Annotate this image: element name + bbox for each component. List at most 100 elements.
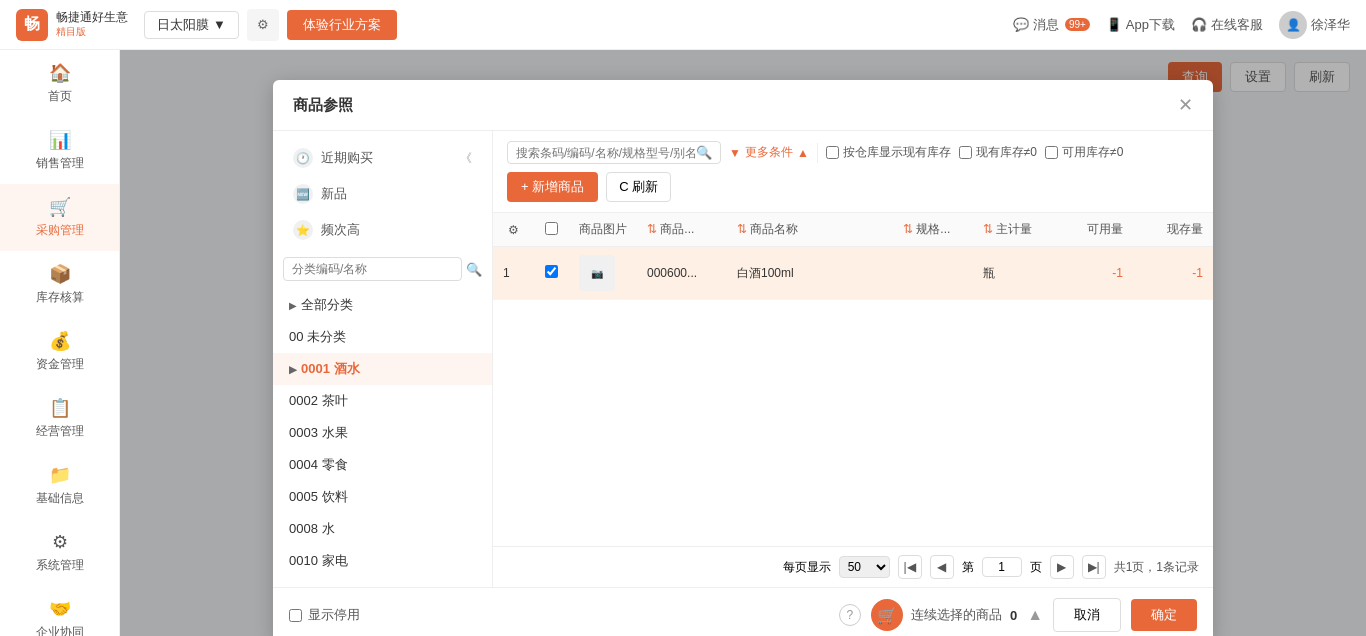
row-unit: 瓶	[973, 247, 1053, 300]
category-uncategorized[interactable]: 00 未分类	[273, 321, 492, 353]
avail-ne0-checkbox[interactable]	[1045, 146, 1058, 159]
star-icon: ⭐	[293, 220, 313, 240]
left-tab-new[interactable]: 🆕 新品	[283, 177, 482, 211]
page-info: 共1页，1条记录	[1114, 559, 1199, 576]
system-icon: ⚙	[52, 531, 68, 553]
warehouse-checkbox[interactable]	[826, 146, 839, 159]
filter-button[interactable]: ▼ 更多条件 ▲	[729, 144, 809, 161]
first-page-button[interactable]: |◀	[898, 555, 922, 579]
nav-selector[interactable]: 日太阳膜 ▼	[144, 11, 239, 39]
filter-up-icon: ▲	[797, 146, 809, 160]
sort-icon-unit: ⇅	[983, 222, 993, 236]
sidebar-item-operations[interactable]: 📋 经营管理	[0, 385, 119, 452]
category-appliance[interactable]: 0010 家电	[273, 545, 492, 577]
sidebar-item-collab[interactable]: 🤝 企业协同	[0, 586, 119, 636]
category-list: ▶ 全部分类 00 未分类 ▶ 0001 酒水 0002 茶	[273, 289, 492, 577]
inventory-icon: 📦	[49, 263, 71, 285]
left-tab-recent[interactable]: 🕐 近期购买 《	[283, 141, 482, 175]
category-beverage[interactable]: 0005 饮料	[273, 481, 492, 513]
col-unit-header[interactable]: ⇅ 主计量	[973, 213, 1053, 247]
active-arrow-icon: ▶	[289, 364, 297, 375]
nav-right: 💬 消息 99+ 📱 App下载 🎧 在线客服 👤 徐泽华	[1013, 11, 1350, 39]
left-tab-frequent[interactable]: ⭐ 频次高	[283, 213, 482, 247]
sidebar-item-inventory[interactable]: 📦 库存核算	[0, 251, 119, 318]
row-stock: -1	[1133, 247, 1213, 300]
home-icon: 🏠	[49, 62, 71, 84]
row-code: 000600...	[637, 247, 727, 300]
page-number-input[interactable]	[982, 557, 1022, 577]
col-settings-header[interactable]: ⚙	[493, 213, 533, 247]
table-row[interactable]: 1 📷 000600... 白酒100ml	[493, 247, 1213, 300]
col-spec-header[interactable]: ⇅ 规格...	[893, 213, 973, 247]
col-code-header[interactable]: ⇅ 商品...	[637, 213, 727, 247]
row-name: 白酒100ml	[727, 247, 893, 300]
last-page-button[interactable]: ▶|	[1082, 555, 1106, 579]
col-avail-header: 可用量	[1053, 213, 1133, 247]
row-check[interactable]	[533, 247, 569, 300]
prev-page-button[interactable]: ◀	[930, 555, 954, 579]
purchase-icon: 🛒	[49, 196, 71, 218]
category-search-icon[interactable]: 🔍	[466, 262, 482, 277]
right-panel: 🔍 ▼ 更多条件 ▲ 按仓库显示现有库存	[493, 131, 1213, 587]
category-liquor[interactable]: ▶ 0001 酒水	[273, 353, 492, 385]
select-all-checkbox[interactable]	[545, 222, 558, 235]
category-tea[interactable]: 0002 茶叶	[273, 385, 492, 417]
refresh-button[interactable]: C 刷新	[606, 172, 671, 202]
sidebar: 🏠 首页 📊 销售管理 🛒 采购管理 📦 库存核算 💰 资金管理 📋 经营管理 …	[0, 50, 120, 636]
cancel-button[interactable]: 取消	[1053, 598, 1121, 632]
basic-icon: 📁	[49, 464, 71, 486]
sidebar-item-sales[interactable]: 📊 销售管理	[0, 117, 119, 184]
col-check-header	[533, 213, 569, 247]
sidebar-item-system[interactable]: ⚙ 系统管理	[0, 519, 119, 586]
arrow-icon: ▶	[289, 300, 297, 311]
product-table-wrap: ⚙ 商品图片 ⇅ 商品...	[493, 213, 1213, 546]
collapse-up-icon[interactable]: ▲	[1027, 606, 1043, 624]
app-download-item[interactable]: 📱 App下载	[1106, 16, 1175, 34]
show-disabled-checkbox[interactable]	[289, 609, 302, 622]
sidebar-item-basic[interactable]: 📁 基础信息	[0, 452, 119, 519]
col-img-header: 商品图片	[569, 213, 637, 247]
cart-icon[interactable]: 🛒	[871, 599, 903, 631]
avail-ne0-checkbox-item[interactable]: 可用库存≠0	[1045, 144, 1123, 161]
row-num: 1	[493, 247, 533, 300]
table-body: 1 📷 000600... 白酒100ml	[493, 247, 1213, 300]
warehouse-checkbox-item[interactable]: 按仓库显示现有库存	[826, 144, 951, 161]
collapse-icon[interactable]: 《	[460, 150, 472, 167]
sales-icon: 📊	[49, 129, 71, 151]
help-icon[interactable]: ?	[839, 604, 861, 626]
modal-overlay: 商品参照 ✕ 🕐 近期购买 《	[120, 50, 1366, 636]
sidebar-item-home[interactable]: 🏠 首页	[0, 50, 119, 117]
pagination: 每页显示 50 10 20 100 |◀ ◀ 第 页	[493, 546, 1213, 587]
stock-ne0-checkbox[interactable]	[959, 146, 972, 159]
product-search-input[interactable]	[516, 146, 696, 160]
left-panel: 🕐 近期购买 《 🆕 新品 ⭐ 频次高	[273, 131, 493, 587]
sidebar-item-purchase[interactable]: 🛒 采购管理	[0, 184, 119, 251]
category-search-input[interactable]	[283, 257, 462, 281]
category-fruit[interactable]: 0003 水果	[273, 417, 492, 449]
logo-area: 畅 畅捷通好生意 精目版	[16, 9, 136, 41]
sidebar-item-finance[interactable]: 💰 资金管理	[0, 318, 119, 385]
col-name-header[interactable]: ⇅ 商品名称	[727, 213, 893, 247]
page-size-select[interactable]: 50 10 20 100	[839, 556, 890, 578]
sort-icon-spec: ⇅	[903, 222, 913, 236]
category-water[interactable]: 0008 水	[273, 513, 492, 545]
category-snack[interactable]: 0004 零食	[273, 449, 492, 481]
logo-icon: 畅	[16, 9, 48, 41]
show-disabled-item[interactable]: 显示停用	[289, 606, 360, 624]
online-service-item[interactable]: 🎧 在线客服	[1191, 16, 1263, 34]
settings-icon[interactable]: ⚙	[247, 9, 279, 41]
left-tabs: 🕐 近期购买 《 🆕 新品 ⭐ 频次高	[273, 141, 492, 247]
confirm-button[interactable]: 确定	[1131, 599, 1197, 631]
message-item[interactable]: 💬 消息 99+	[1013, 16, 1090, 34]
table-head: ⚙ 商品图片 ⇅ 商品...	[493, 213, 1213, 247]
finance-icon: 💰	[49, 330, 71, 352]
product-search-icon[interactable]: 🔍	[696, 145, 712, 160]
product-search-wrap: 🔍	[507, 141, 721, 164]
close-icon[interactable]: ✕	[1178, 94, 1193, 116]
add-product-button[interactable]: + 新增商品	[507, 172, 598, 202]
stock-ne0-checkbox-item[interactable]: 现有库存≠0	[959, 144, 1037, 161]
user-item[interactable]: 👤 徐泽华	[1279, 11, 1350, 39]
next-page-button[interactable]: ▶	[1050, 555, 1074, 579]
category-all[interactable]: ▶ 全部分类	[273, 289, 492, 321]
exp-button[interactable]: 体验行业方案	[287, 10, 397, 40]
